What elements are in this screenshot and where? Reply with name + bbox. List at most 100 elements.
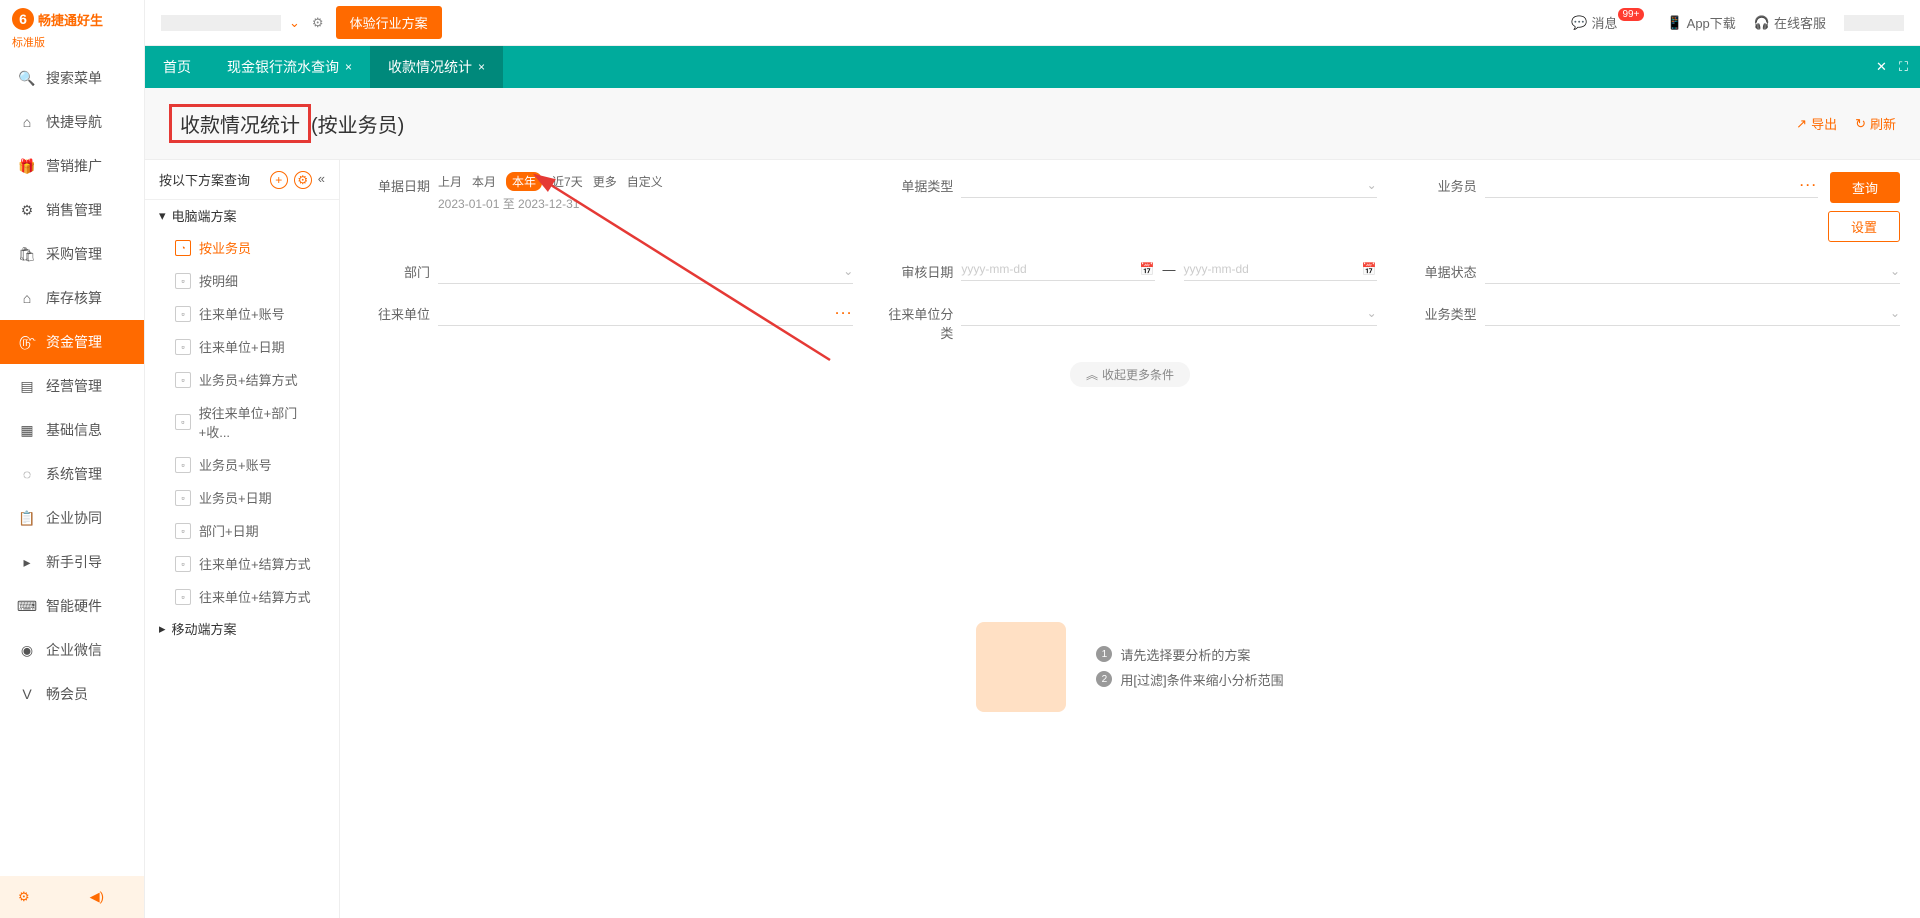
download-link[interactable]: 📱 App下载 (1666, 13, 1735, 32)
nav-item-9[interactable]: ◌系统管理 (0, 452, 144, 496)
scheme-item-0-4[interactable]: ▫业务员+结算方式 (145, 363, 339, 396)
nav-item-1[interactable]: ⌂快捷导航 (0, 100, 144, 144)
page-header: 收款情况统计(按业务员) ↗导出 ↻刷新 (145, 88, 1920, 160)
company-selector[interactable]: ⌄ (161, 15, 300, 31)
scheme-settings-icon[interactable]: ⚙ (294, 171, 312, 189)
unit-cat-select[interactable]: ⌄ (961, 300, 1376, 326)
add-scheme-icon[interactable]: + (270, 171, 288, 189)
scheme-item-0-3[interactable]: ▫往来单位+日期 (145, 330, 339, 363)
filter-dept-label: 部门 (360, 258, 430, 281)
export-action[interactable]: ↗导出 (1796, 114, 1837, 133)
scheme-item-0-1[interactable]: ▫按明细 (145, 264, 339, 297)
nav-list: 🔍搜索菜单⌂快捷导航🎁营销推广⚙销售管理🛍采购管理⌂库存核算 ௹ 资金管理 ▤经营管理… (0, 56, 144, 876)
tab-label: 现金银行流水查询 (227, 57, 339, 77)
date-quick-5[interactable]: 自定义 (627, 173, 663, 190)
date-quick-3[interactable]: 近7天 (552, 173, 583, 190)
scheme-item-0-6[interactable]: ▫业务员+账号 (145, 448, 339, 481)
gear-icon[interactable]: ⚙ (312, 15, 324, 31)
tab-2[interactable]: 收款情况统计× (370, 46, 503, 88)
nav-label: 系统管理 (46, 464, 102, 484)
nav-item-14[interactable]: V畅会员 (0, 672, 144, 716)
experience-button[interactable]: 体验行业方案 (336, 6, 442, 39)
nav-item-0[interactable]: 🔍搜索菜单 (0, 56, 144, 100)
tab-close-all-icon[interactable]: ✕ (1876, 59, 1887, 75)
scheme-label: 业务员+日期 (199, 488, 272, 507)
date-quick-0[interactable]: 上月 (438, 173, 462, 190)
sound-icon[interactable]: ◀) (90, 889, 104, 905)
page-title: 收款情况统计(按业务员) (169, 104, 404, 143)
scheme-item-0-8[interactable]: ▫部门+日期 (145, 514, 339, 547)
nav-label: 畅会员 (46, 684, 88, 704)
nav-item-6[interactable]: ௹ 资金管理 (0, 320, 144, 364)
hardware-icon: ⌨ (18, 597, 36, 615)
sale-icon: ⚙ (18, 201, 36, 219)
service-link[interactable]: 🎧 在线客服 (1754, 13, 1826, 32)
nav-label: 企业协同 (46, 508, 102, 528)
unit-select[interactable]: ··· (438, 300, 853, 326)
scheme-icon: ▫ (175, 372, 191, 388)
group-label: 电脑端方案 (172, 206, 237, 225)
status-select[interactable]: ⌄ (1485, 258, 1900, 284)
filter-date-label: 单据日期 (360, 172, 430, 195)
filter-status-label: 单据状态 (1407, 258, 1477, 281)
scheme-icon: ▫ (175, 523, 191, 539)
scheme-group-1[interactable]: ▸移动端方案 (145, 613, 339, 644)
audit-date-from[interactable]: yyyy-mm-dd📅 (961, 258, 1154, 281)
messages-link[interactable]: 💬 消息 99+ (1571, 13, 1648, 32)
user-placeholder[interactable] (1844, 15, 1904, 31)
nav-item-3[interactable]: ⚙销售管理 (0, 188, 144, 232)
nav-item-5[interactable]: ⌂库存核算 (0, 276, 144, 320)
tab-0[interactable]: 首页 (145, 46, 209, 88)
nav-item-4[interactable]: 🛍采购管理 (0, 232, 144, 276)
nav-label: 资金管理 (46, 332, 102, 352)
refresh-label: 刷新 (1870, 114, 1896, 133)
nav-item-8[interactable]: ▦ 基础信息 (0, 408, 144, 452)
date-quick-1[interactable]: 本月 (472, 173, 496, 190)
nav-label: 基础信息 (46, 420, 102, 440)
scheme-item-0-0[interactable]: ◔按业务员 (145, 231, 339, 264)
nav-item-11[interactable]: ▸新手引导 (0, 540, 144, 584)
nav-item-12[interactable]: ⌨ 智能硬件 (0, 584, 144, 628)
export-label: 导出 (1811, 114, 1837, 133)
audit-date-to[interactable]: yyyy-mm-dd📅 (1184, 258, 1377, 281)
close-icon[interactable]: × (345, 60, 352, 74)
scheme-label: 按往来单位+部门+收... (199, 403, 325, 441)
dept-select[interactable]: ⌄ (438, 258, 853, 284)
nav-item-10[interactable]: 📋企业协同 (0, 496, 144, 540)
chevron-down-icon: ⌄ (289, 15, 300, 31)
refresh-action[interactable]: ↻刷新 (1855, 114, 1896, 133)
nav-label: 库存核算 (46, 288, 102, 308)
query-button[interactable]: 查询 (1830, 172, 1900, 203)
scheme-item-0-7[interactable]: ▫业务员+日期 (145, 481, 339, 514)
step-2-text: 用[过滤]条件来缩小分析范围 (1120, 670, 1283, 689)
date-range-text: 2023-01-01 至 2023-12-31 (438, 195, 853, 212)
info-icon: ▦ (18, 421, 36, 439)
collapse-left-icon[interactable]: « (318, 171, 325, 189)
nav-label: 智能硬件 (46, 596, 102, 616)
collapse-label: 收起更多条件 (1102, 366, 1174, 383)
nav-item-7[interactable]: ▤经营管理 (0, 364, 144, 408)
biz-type-select[interactable]: ⌄ (1485, 300, 1900, 326)
nav-item-13[interactable]: ◉企业微信 (0, 628, 144, 672)
scheme-item-0-10[interactable]: ▫往来单位+结算方式 (145, 580, 339, 613)
date-quick-4[interactable]: 更多 (593, 173, 617, 190)
filter-salesman-label: 业务员 (1407, 172, 1477, 195)
doc-type-select[interactable]: ⌄ (961, 172, 1376, 198)
scheme-item-0-9[interactable]: ▫往来单位+结算方式 (145, 547, 339, 580)
close-icon[interactable]: × (478, 60, 485, 74)
settings-button[interactable]: 设置 (1828, 211, 1900, 242)
scheme-item-0-2[interactable]: ▫往来单位+账号 (145, 297, 339, 330)
money-icon: ௹ (18, 333, 36, 351)
scheme-group-0[interactable]: ▾电脑端方案 (145, 200, 339, 231)
collapse-conditions[interactable]: ︽ 收起更多条件 (1070, 362, 1190, 387)
gear-icon[interactable]: ⚙ (18, 889, 30, 905)
tab-1[interactable]: 现金银行流水查询 × (209, 46, 370, 88)
salesman-select[interactable]: ··· (1485, 172, 1818, 198)
fullscreen-icon[interactable]: ⛶ (1899, 59, 1908, 75)
nav-item-2[interactable]: 🎁营销推广 (0, 144, 144, 188)
scheme-item-0-5[interactable]: ▫按往来单位+部门+收... (145, 396, 339, 448)
date-quick-2[interactable]: 本年 (506, 172, 542, 191)
date-quick-picker[interactable]: 上月本月本年近7天更多自定义 (438, 172, 853, 191)
nav-label: 采购管理 (46, 244, 102, 264)
topbar: ⌄ ⚙ 体验行业方案 💬 消息 99+ 📱 App下载 🎧 在线客服 (145, 0, 1920, 46)
